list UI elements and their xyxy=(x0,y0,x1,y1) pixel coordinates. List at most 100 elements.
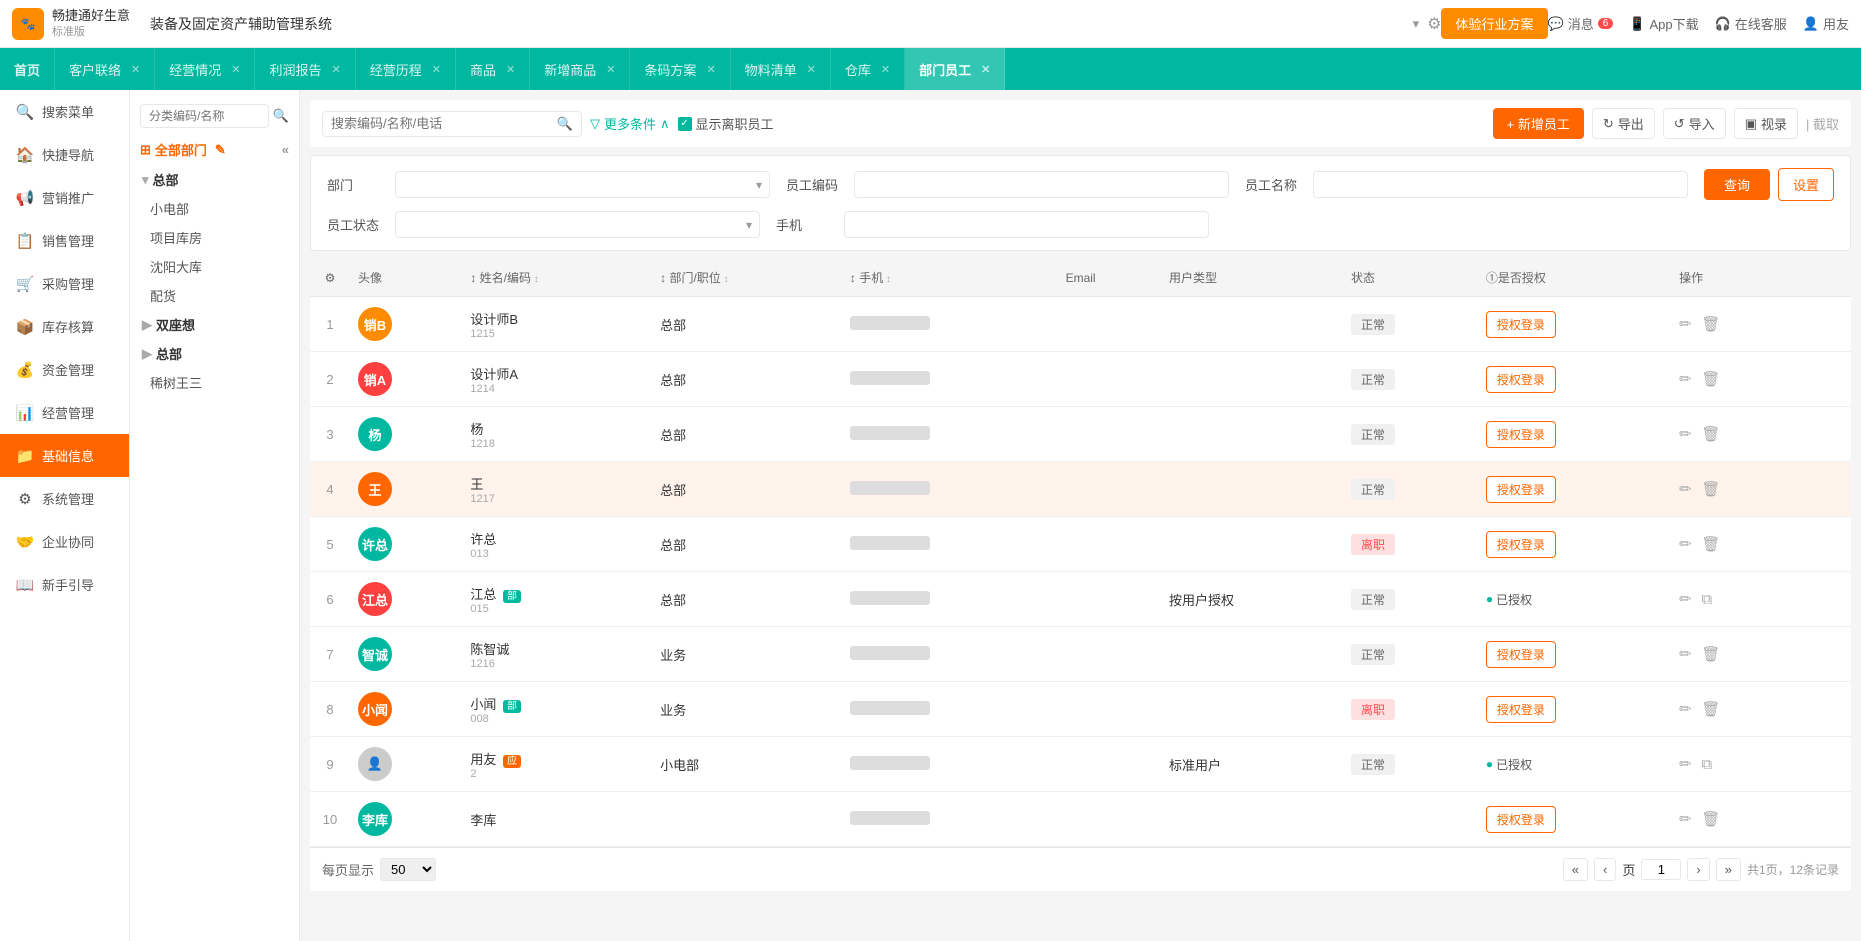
dropdown-arrow-icon[interactable]: ▾ xyxy=(1413,16,1420,32)
tab-operation[interactable]: 经营情况 ✕ xyxy=(155,48,255,90)
tab-close-icon[interactable]: ✕ xyxy=(131,63,140,76)
tab-home[interactable]: 首页 xyxy=(0,48,55,90)
search-icon[interactable]: 🔍 xyxy=(557,116,573,132)
export-button[interactable]: ↻ 导出 xyxy=(1592,108,1655,139)
emp-status-select[interactable] xyxy=(395,211,760,238)
auth-button[interactable]: 授权登录 xyxy=(1486,421,1556,448)
tree-node-project[interactable]: 项目库房 xyxy=(130,223,299,252)
tab-new-goods[interactable]: 新增商品 ✕ xyxy=(530,48,630,90)
edit-icon[interactable]: ✏ xyxy=(1679,811,1692,828)
sidebar-item-marketing[interactable]: 📢 营销推广 xyxy=(0,176,129,219)
tree-header[interactable]: ⊞ 全部部门 ✎ « xyxy=(130,134,299,165)
delete-icon[interactable]: 🗑 xyxy=(1701,481,1720,498)
delete-icon[interactable]: 🗑 xyxy=(1701,371,1720,388)
add-employee-button[interactable]: + 新增员工 xyxy=(1493,108,1584,139)
per-page-select[interactable]: 50 100 xyxy=(380,858,436,881)
edit-icon[interactable]: ✏ xyxy=(1679,371,1692,388)
more-filters-button[interactable]: ▽ 更多条件 ∧ xyxy=(590,114,670,133)
app-download-button[interactable]: 📱 App下载 xyxy=(1629,14,1698,33)
tab-warehouse[interactable]: 仓库 ✕ xyxy=(831,48,905,90)
tree-node-peihuo[interactable]: 配货 xyxy=(130,281,299,310)
edit-icon[interactable]: ✏ xyxy=(1679,646,1692,663)
search-button[interactable]: 查询 xyxy=(1704,169,1770,200)
col-dept[interactable]: ↕ 部门/职位 xyxy=(652,259,842,297)
delete-icon[interactable]: 🗑 xyxy=(1701,536,1720,553)
tree-node-xishu[interactable]: 稀树王三 xyxy=(130,368,299,397)
sidebar-item-operations[interactable]: 📊 经营管理 xyxy=(0,391,129,434)
tab-history[interactable]: 经营历程 ✕ xyxy=(356,48,456,90)
tab-close-icon[interactable]: ✕ xyxy=(981,63,990,76)
page-input[interactable] xyxy=(1641,859,1681,880)
copy-icon[interactable]: ⧉ xyxy=(1701,756,1712,773)
sidebar-item-finance[interactable]: 💰 资金管理 xyxy=(0,348,129,391)
tree-group-shuangzuo[interactable]: ▶ 双座想 xyxy=(130,310,299,339)
tab-close-icon[interactable]: ✕ xyxy=(807,63,816,76)
auth-button[interactable]: 授权登录 xyxy=(1486,366,1556,393)
sidebar-item-shortcut[interactable]: 🏠 快捷导航 xyxy=(0,133,129,176)
last-page-button[interactable]: » xyxy=(1716,858,1741,881)
edit-icon[interactable]: ✏ xyxy=(1679,591,1692,608)
tab-department[interactable]: 部门员工 ✕ xyxy=(905,48,1005,90)
edit-icon[interactable]: ✏ xyxy=(1679,316,1692,333)
edit-icon[interactable]: ✏ xyxy=(1679,536,1692,553)
phone-input[interactable] xyxy=(844,211,1209,238)
dept-select[interactable] xyxy=(395,171,770,198)
message-button[interactable]: 💬 消息 6 xyxy=(1548,14,1614,33)
edit-icon[interactable]: ✏ xyxy=(1679,481,1692,498)
tree-node-shenyang[interactable]: 沈阳大库 xyxy=(130,252,299,281)
tab-profit[interactable]: 利润报告 ✕ xyxy=(255,48,355,90)
settings-icon[interactable]: ⚙ xyxy=(1427,14,1441,34)
online-service-button[interactable]: 🎧 在线客服 xyxy=(1715,14,1787,33)
tree-collapse-icon[interactable]: « xyxy=(282,142,289,157)
col-phone[interactable]: ↕ 手机 xyxy=(842,259,1058,297)
auth-button[interactable]: 授权登录 xyxy=(1486,806,1556,833)
tree-group-zongbu2[interactable]: ▶ 总部 xyxy=(130,339,299,368)
col-name[interactable]: ↕ 姓名/编码 xyxy=(462,259,652,297)
sidebar-item-basic[interactable]: 📁 基础信息 xyxy=(0,434,129,477)
more-actions-icon[interactable]: | 截取 xyxy=(1806,114,1839,133)
auth-button[interactable]: 授权登录 xyxy=(1486,696,1556,723)
view-button[interactable]: ▣ 视录 xyxy=(1734,108,1798,139)
tab-barcode[interactable]: 条码方案 ✕ xyxy=(630,48,730,90)
auth-button[interactable]: 授权登录 xyxy=(1486,476,1556,503)
import-button[interactable]: ↺ 导入 xyxy=(1663,108,1726,139)
auth-button[interactable]: 授权登录 xyxy=(1486,641,1556,668)
tree-search-input[interactable] xyxy=(140,104,269,128)
edit-icon[interactable]: ✏ xyxy=(1679,701,1692,718)
auth-button[interactable]: 授权登录 xyxy=(1486,531,1556,558)
tree-group-zongbu[interactable]: ▾ 总部 xyxy=(130,165,299,194)
tab-goods[interactable]: 商品 ✕ xyxy=(456,48,530,90)
tab-close-icon[interactable]: ✕ xyxy=(506,63,515,76)
tab-close-icon[interactable]: ✕ xyxy=(706,63,715,76)
edit-dept-icon[interactable]: ✎ xyxy=(215,142,226,158)
sidebar-item-search[interactable]: 🔍 搜索菜单 xyxy=(0,90,129,133)
tab-close-icon[interactable]: ✕ xyxy=(231,63,240,76)
show-resigned-toggle[interactable]: ✓ 显示离职员工 xyxy=(678,114,774,133)
sidebar-item-guide[interactable]: 📖 新手引导 xyxy=(0,563,129,606)
sidebar-item-system[interactable]: ⚙ 系统管理 xyxy=(0,477,129,520)
delete-icon[interactable]: 🗑 xyxy=(1701,646,1720,663)
tab-close-icon[interactable]: ✕ xyxy=(606,63,615,76)
edit-icon[interactable]: ✏ xyxy=(1679,756,1692,773)
auth-button[interactable]: 授权登录 xyxy=(1486,311,1556,338)
sidebar-item-inventory[interactable]: 📦 库存核算 xyxy=(0,305,129,348)
sidebar-item-cooperation[interactable]: 🤝 企业协同 xyxy=(0,520,129,563)
emp-code-input[interactable] xyxy=(854,171,1229,198)
tab-customer[interactable]: 客户联络 ✕ xyxy=(55,48,155,90)
tab-bom[interactable]: 物料清单 ✕ xyxy=(731,48,831,90)
user-button[interactable]: 👤 用友 xyxy=(1803,14,1849,33)
delete-icon[interactable]: 🗑 xyxy=(1701,426,1720,443)
sidebar-item-sales[interactable]: 📋 销售管理 xyxy=(0,219,129,262)
tree-node-xiaodian[interactable]: 小电部 xyxy=(130,194,299,223)
tab-close-icon[interactable]: ✕ xyxy=(432,63,441,76)
settings-button[interactable]: 设置 xyxy=(1778,168,1834,201)
delete-icon[interactable]: 🗑 xyxy=(1701,316,1720,333)
next-page-button[interactable]: › xyxy=(1687,858,1709,881)
sidebar-item-purchase[interactable]: 🛒 采购管理 xyxy=(0,262,129,305)
search-input[interactable] xyxy=(331,116,553,131)
tab-close-icon[interactable]: ✕ xyxy=(332,63,341,76)
copy-icon[interactable]: ⧉ xyxy=(1701,591,1712,608)
trial-button[interactable]: 体验行业方案 xyxy=(1441,8,1547,39)
emp-name-input[interactable] xyxy=(1313,171,1688,198)
edit-icon[interactable]: ✏ xyxy=(1679,426,1692,443)
